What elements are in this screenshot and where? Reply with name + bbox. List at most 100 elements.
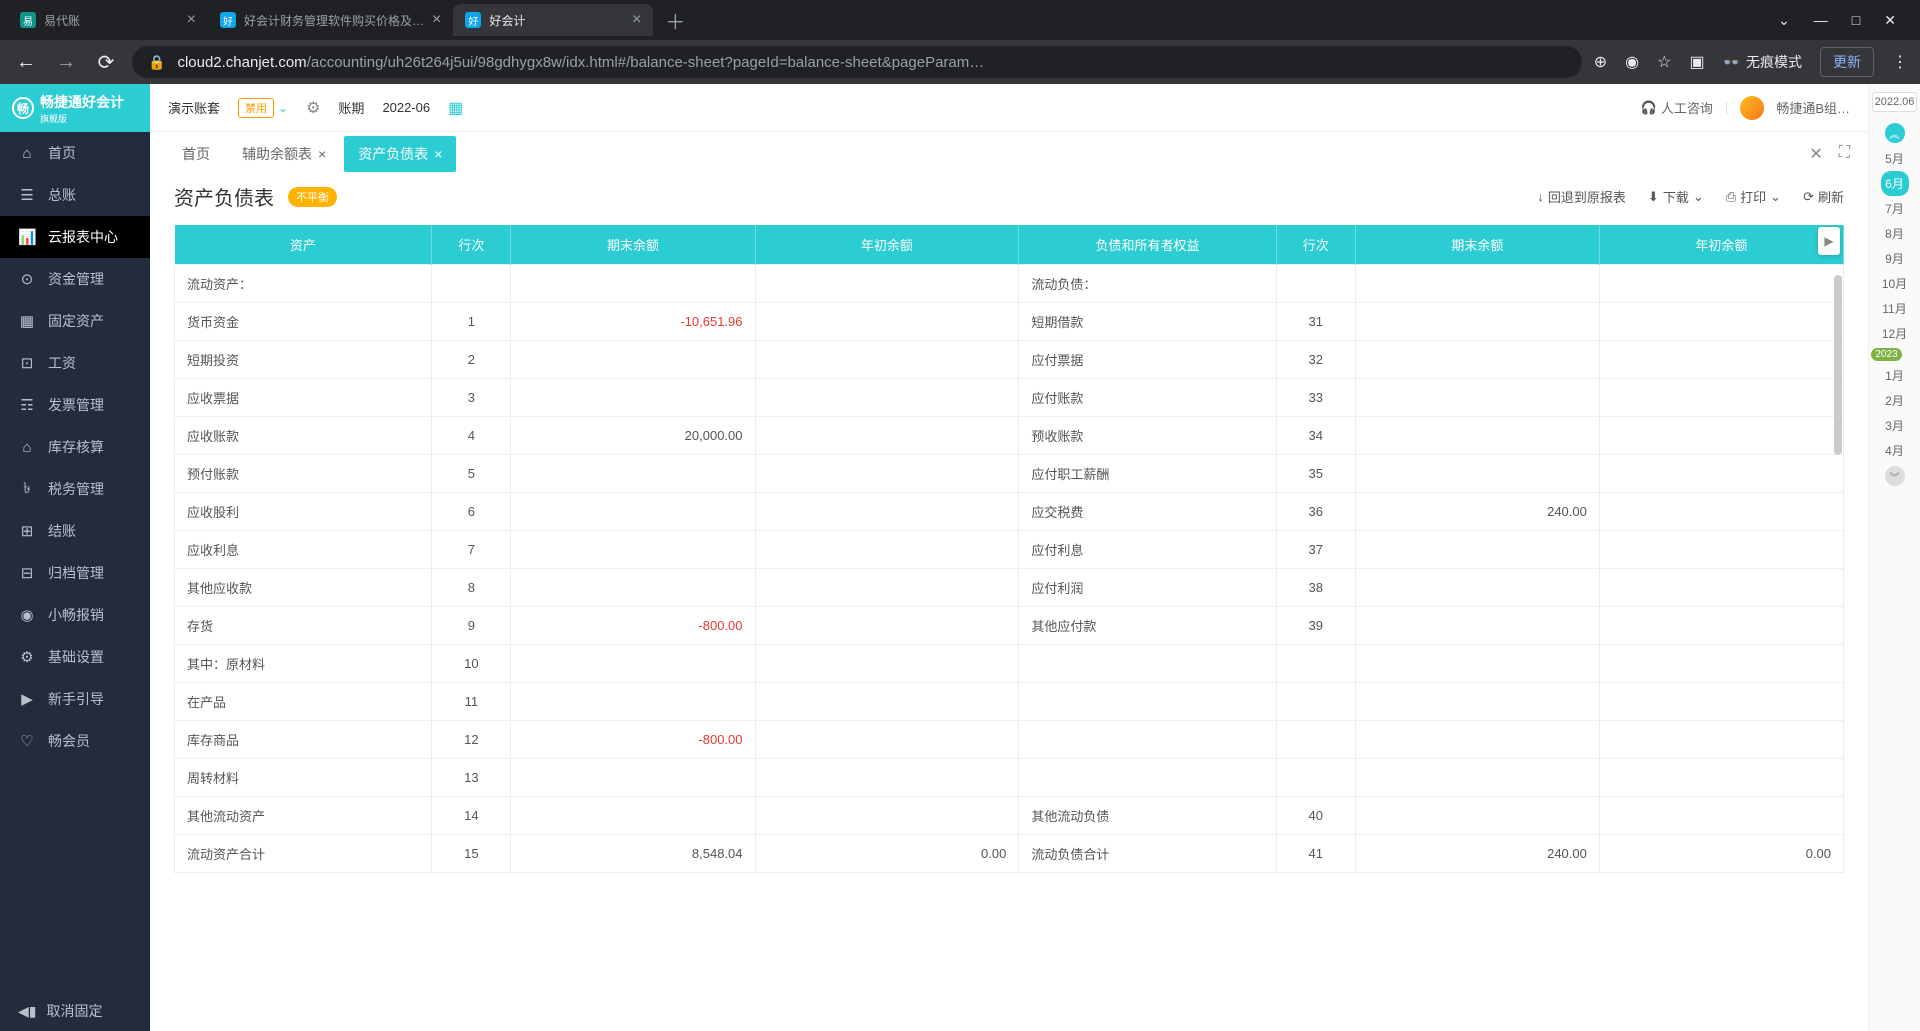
update-button[interactable]: 更新 [1820,47,1874,77]
cell-end-bal[interactable]: -800.00 [511,607,755,645]
cell-start-bal[interactable] [755,759,1019,797]
browser-tab[interactable]: 好 好会计财务管理软件购买价格及… × [208,4,453,36]
sidebar-item-7[interactable]: ⌂库存核算 [0,426,150,468]
cell-asset[interactable]: 存货 [175,607,432,645]
cell-end-bal2[interactable] [1355,455,1599,493]
avatar[interactable] [1740,96,1764,120]
cell-start-bal[interactable] [755,569,1019,607]
new-tab-button[interactable]: ＋ [653,6,697,35]
sidebar-item-9[interactable]: ⊞结账 [0,510,150,552]
cell-liab[interactable]: 应付票据 [1019,341,1276,379]
cell-start-bal[interactable] [755,721,1019,759]
cell-liab[interactable]: 预收账款 [1019,417,1276,455]
cell-asset[interactable]: 流动资产合计 [175,835,432,873]
cell-end-bal[interactable] [511,683,755,721]
cell-asset[interactable]: 应收股利 [175,493,432,531]
tab-close-icon[interactable]: × [432,11,441,29]
month-item[interactable]: 5月 [1881,146,1909,171]
cell-asset[interactable]: 应收票据 [175,379,432,417]
eye-off-icon[interactable]: ◉ [1625,52,1639,72]
page-tab[interactable]: 首页 [168,136,224,172]
month-item[interactable]: 2月 [1885,388,1904,413]
browser-tab-active[interactable]: 好 好会计 × [453,4,653,36]
month-down-button[interactable]: ︾ [1885,466,1905,486]
cell-start-bal2[interactable] [1599,645,1843,683]
cell-end-bal[interactable]: -10,651.96 [511,303,755,341]
cell-end-bal[interactable] [511,645,755,683]
cell-end-bal2[interactable] [1355,797,1599,835]
cell-start-bal2[interactable] [1599,759,1843,797]
cell-liab[interactable]: 流动负债： [1019,265,1276,303]
cell-start-bal2[interactable] [1599,265,1843,303]
cell-start-bal2[interactable] [1599,607,1843,645]
cell-start-bal[interactable] [755,455,1019,493]
sidebar-item-8[interactable]: ৳税务管理 [0,468,150,510]
cell-end-bal[interactable]: 8,548.04 [511,835,755,873]
cell-end-bal2[interactable]: 240.00 [1355,835,1599,873]
cell-end-bal2[interactable] [1355,417,1599,455]
cell-end-bal2[interactable] [1355,645,1599,683]
cell-liab[interactable] [1019,721,1276,759]
cell-asset[interactable]: 周转材料 [175,759,432,797]
cell-liab[interactable]: 短期借款 [1019,303,1276,341]
cell-start-bal[interactable] [755,531,1019,569]
cell-end-bal[interactable] [511,531,755,569]
cell-start-bal2[interactable] [1599,493,1843,531]
cell-liab[interactable]: 应付账款 [1019,379,1276,417]
cell-end-bal[interactable] [511,569,755,607]
cell-end-bal[interactable] [511,797,755,835]
month-item[interactable]: 8月 [1881,221,1909,246]
cell-asset[interactable]: 预付账款 [175,455,432,493]
cell-start-bal2[interactable] [1599,797,1843,835]
cell-asset[interactable]: 其他流动资产 [175,797,432,835]
cell-asset[interactable]: 其中：原材料 [175,645,432,683]
month-item[interactable]: 12月 [1881,321,1909,346]
cell-liab[interactable]: 其他应付款 [1019,607,1276,645]
cell-liab[interactable] [1019,759,1276,797]
page-tab[interactable]: 辅助余额表× [228,136,340,172]
tab-close-icon[interactable]: × [318,146,326,162]
logo[interactable]: 畅 畅捷通好会计 旗舰版 [0,84,150,132]
month-item[interactable]: 11月 [1881,296,1909,321]
cell-start-bal[interactable]: 0.00 [755,835,1019,873]
sidebar-item-3[interactable]: ⊙资金管理 [0,258,150,300]
sidebar-item-6[interactable]: ☶发票管理 [0,384,150,426]
cell-liab[interactable]: 应付职工薪酬 [1019,455,1276,493]
forward-button[interactable]: → [52,51,80,74]
download-button[interactable]: ⬇ 下载 ⌄ [1648,187,1704,206]
cell-start-bal[interactable] [755,341,1019,379]
cell-asset[interactable]: 库存商品 [175,721,432,759]
cell-liab[interactable]: 流动负债合计 [1019,835,1276,873]
cell-end-bal2[interactable] [1355,569,1599,607]
calendar-icon[interactable]: ▦ [448,98,463,118]
cell-end-bal2[interactable] [1355,607,1599,645]
cell-end-bal2[interactable] [1355,265,1599,303]
chevron-down-icon[interactable]: ⌄ [1778,12,1790,29]
minimize-icon[interactable]: ― [1814,12,1828,29]
month-picker-year[interactable]: 2022.06 [1872,92,1918,112]
settings-icon[interactable]: ⚙ [306,98,320,118]
sidebar-item-13[interactable]: ▶新手引导 [0,678,150,720]
page-tab[interactable]: 资产负债表× [344,136,456,172]
cell-start-bal[interactable] [755,303,1019,341]
fullscreen-icon[interactable]: ⛶ [1839,144,1850,164]
month-item[interactable]: 1月 [1885,363,1904,388]
cell-end-bal2[interactable] [1355,683,1599,721]
cell-start-bal[interactable] [755,683,1019,721]
cell-start-bal2[interactable] [1599,569,1843,607]
month-item[interactable]: 6月 [1881,171,1909,196]
close-window-icon[interactable]: ✕ [1884,12,1896,29]
month-item[interactable]: 3月 [1885,413,1904,438]
cell-end-bal2[interactable] [1355,531,1599,569]
cell-end-bal2[interactable] [1355,341,1599,379]
cell-liab[interactable]: 其他流动负债 [1019,797,1276,835]
sidebar-item-1[interactable]: ☰总账 [0,174,150,216]
reload-button[interactable]: ⟳ [92,50,120,75]
sidebar-item-11[interactable]: ◉小畅报销 [0,594,150,636]
sidebar-item-0[interactable]: ⌂首页 [0,132,150,174]
month-up-button[interactable]: ︽ [1885,123,1905,143]
sidebar-item-4[interactable]: ▦固定资产 [0,300,150,342]
cell-start-bal2[interactable] [1599,531,1843,569]
cell-start-bal2[interactable] [1599,341,1843,379]
cell-start-bal2[interactable] [1599,683,1843,721]
